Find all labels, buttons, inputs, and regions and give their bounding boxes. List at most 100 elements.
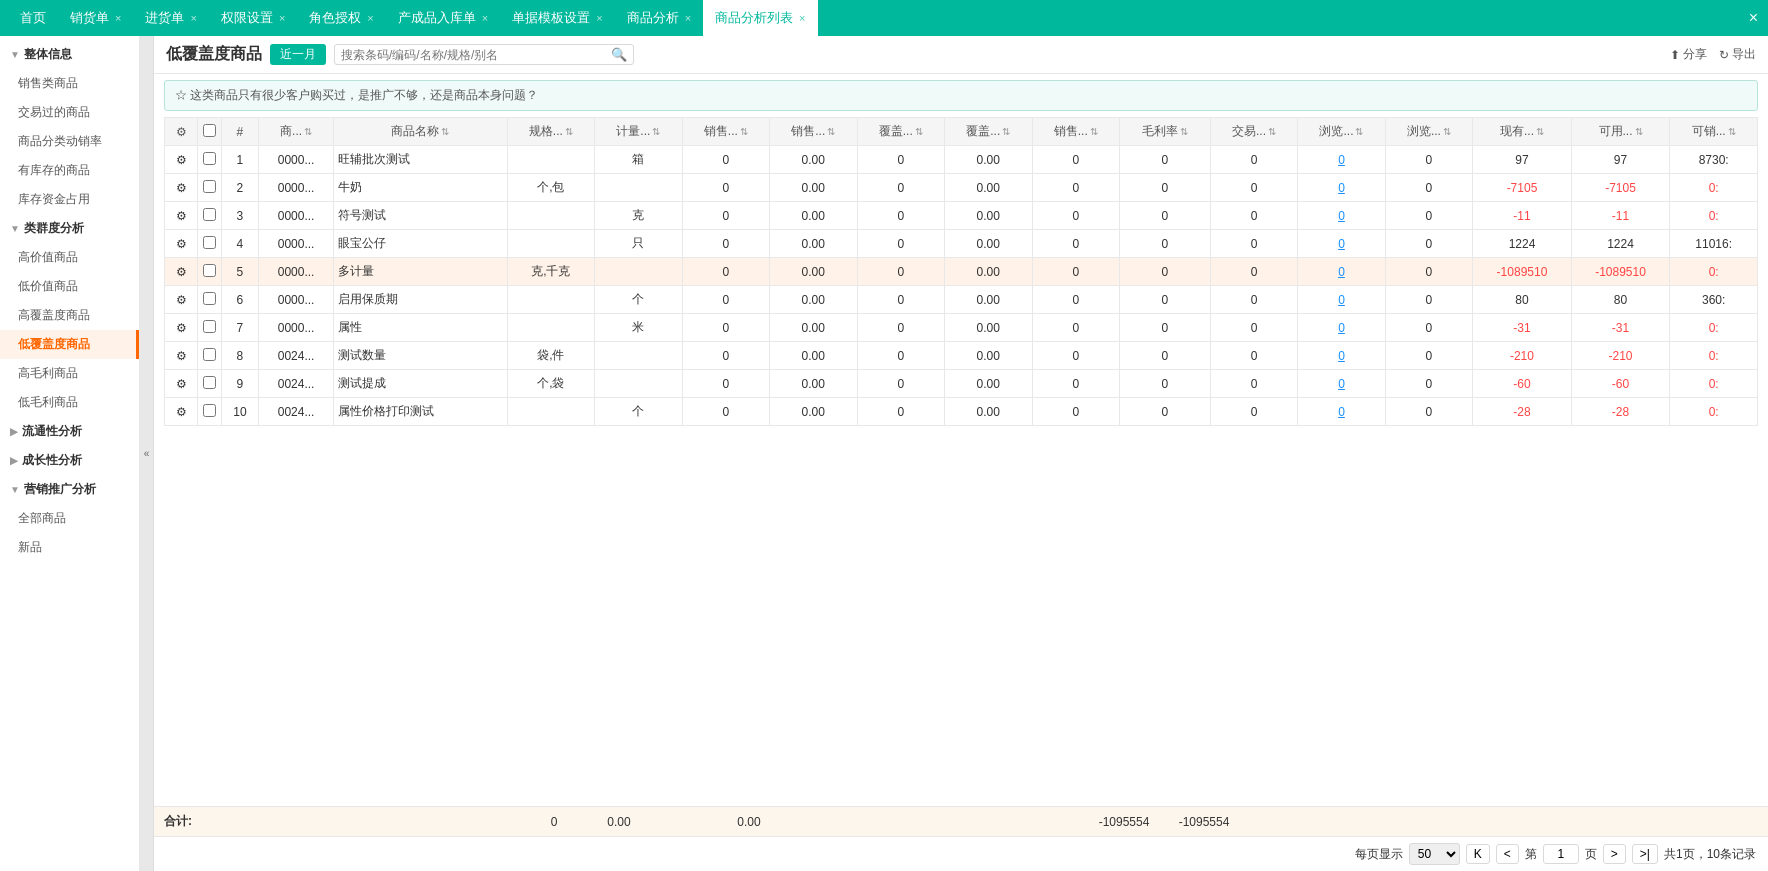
col-browse2[interactable]: 浏览...⇅ [1385, 118, 1472, 146]
last-page-btn[interactable]: >| [1632, 844, 1658, 864]
sidebar-item-high-profit[interactable]: 高毛利商品 [0, 359, 139, 388]
sidebar-item-low-coverage[interactable]: 低覆盖度商品 [0, 330, 139, 359]
nav-close-permission[interactable]: × [279, 12, 285, 24]
sidebar-section-circulation[interactable]: ▶ 流通性分析 [0, 417, 139, 446]
col-settings[interactable]: ⚙ [165, 118, 198, 146]
row-browse1[interactable]: 0 [1298, 342, 1385, 370]
row-checkbox[interactable] [198, 146, 222, 174]
col-cover2[interactable]: 覆盖...⇅ [945, 118, 1032, 146]
search-icon[interactable]: 🔍 [611, 47, 627, 62]
nav-close-goods-analysis[interactable]: × [685, 12, 691, 24]
nav-close-purchase[interactable]: × [190, 12, 196, 24]
row-code: 0024... [258, 342, 333, 370]
sidebar-item-stock-fund[interactable]: 库存资金占用 [0, 185, 139, 214]
sidebar-item-low-value[interactable]: 低价值商品 [0, 272, 139, 301]
row-checkbox[interactable] [198, 398, 222, 426]
row-settings[interactable]: ⚙ [165, 342, 198, 370]
row-code: 0000... [258, 146, 333, 174]
row-settings[interactable]: ⚙ [165, 202, 198, 230]
row-settings[interactable]: ⚙ [165, 370, 198, 398]
sidebar-section-growth[interactable]: ▶ 成长性分析 [0, 446, 139, 475]
col-sales3[interactable]: 销售...⇅ [1032, 118, 1119, 146]
select-all-checkbox[interactable] [203, 124, 216, 137]
nav-template[interactable]: 单据模板设置 × [500, 0, 614, 36]
sidebar-item-traded-goods[interactable]: 交易过的商品 [0, 98, 139, 127]
sidebar-section-marketing[interactable]: ▼ 营销推广分析 [0, 475, 139, 504]
sidebar-toggle[interactable]: « [140, 36, 154, 871]
page-size-select[interactable]: 50 100 200 [1409, 843, 1460, 865]
col-code[interactable]: 商...⇅ [258, 118, 333, 146]
nav-close-goods-list[interactable]: × [799, 12, 805, 24]
row-settings[interactable]: ⚙ [165, 174, 198, 202]
row-browse1[interactable]: 0 [1298, 398, 1385, 426]
nav-close-template[interactable]: × [596, 12, 602, 24]
col-browse1[interactable]: 浏览...⇅ [1298, 118, 1385, 146]
row-browse1[interactable]: 0 [1298, 146, 1385, 174]
sidebar-item-category-rate[interactable]: 商品分类动销率 [0, 127, 139, 156]
row-settings[interactable]: ⚙ [165, 286, 198, 314]
col-unit[interactable]: 计量...⇅ [595, 118, 682, 146]
row-checkbox[interactable] [198, 202, 222, 230]
row-checkbox[interactable] [198, 174, 222, 202]
col-name[interactable]: 商品名称⇅ [334, 118, 507, 146]
period-button[interactable]: 近一月 [270, 44, 326, 65]
nav-close-sales[interactable]: × [115, 12, 121, 24]
nav-close-product-storage[interactable]: × [482, 12, 488, 24]
row-settings[interactable]: ⚙ [165, 258, 198, 286]
row-checkbox[interactable] [198, 230, 222, 258]
row-browse1[interactable]: 0 [1298, 314, 1385, 342]
row-checkbox[interactable] [198, 258, 222, 286]
row-browse1[interactable]: 0 [1298, 286, 1385, 314]
nav-close-role[interactable]: × [367, 12, 373, 24]
share-button[interactable]: ⬆ 分享 [1670, 46, 1707, 63]
export-button[interactable]: ↻ 导出 [1719, 46, 1756, 63]
sidebar-item-new-goods[interactable]: 新品 [0, 533, 139, 562]
nav-product-storage[interactable]: 产成品入库单 × [386, 0, 500, 36]
sidebar-item-in-stock[interactable]: 有库存的商品 [0, 156, 139, 185]
col-trade[interactable]: 交易...⇅ [1210, 118, 1297, 146]
row-settings[interactable]: ⚙ [165, 146, 198, 174]
close-all-tabs[interactable]: × [1749, 9, 1758, 27]
nav-purchase[interactable]: 进货单 × [133, 0, 208, 36]
row-settings[interactable]: ⚙ [165, 398, 198, 426]
sidebar-item-high-coverage[interactable]: 高覆盖度商品 [0, 301, 139, 330]
col-saleable[interactable]: 可销...⇅ [1670, 118, 1758, 146]
search-input[interactable] [341, 48, 611, 62]
nav-role[interactable]: 角色授权 × [297, 0, 385, 36]
row-settings[interactable]: ⚙ [165, 230, 198, 258]
row-checkbox[interactable] [198, 314, 222, 342]
row-available: -7105 [1571, 174, 1670, 202]
col-sales1[interactable]: 销售...⇅ [682, 118, 769, 146]
row-settings[interactable]: ⚙ [165, 314, 198, 342]
prev-page-btn[interactable]: < [1496, 844, 1519, 864]
nav-permission[interactable]: 权限设置 × [209, 0, 297, 36]
row-browse1[interactable]: 0 [1298, 370, 1385, 398]
row-browse1[interactable]: 0 [1298, 230, 1385, 258]
row-browse1[interactable]: 0 [1298, 202, 1385, 230]
col-profit[interactable]: 毛利率⇅ [1119, 118, 1210, 146]
row-cover1: 0 [857, 230, 944, 258]
nav-goods-analysis[interactable]: 商品分析 × [615, 0, 703, 36]
sidebar-item-low-profit[interactable]: 低毛利商品 [0, 388, 139, 417]
row-browse1[interactable]: 0 [1298, 174, 1385, 202]
col-current[interactable]: 现有...⇅ [1473, 118, 1572, 146]
row-checkbox[interactable] [198, 286, 222, 314]
sidebar-section-cluster[interactable]: ▼ 类群度分析 [0, 214, 139, 243]
sidebar-item-all-goods[interactable]: 全部商品 [0, 504, 139, 533]
sidebar-section-overall[interactable]: ▼ 整体信息 [0, 40, 139, 69]
row-checkbox[interactable] [198, 342, 222, 370]
row-browse1[interactable]: 0 [1298, 258, 1385, 286]
page-number-input[interactable] [1543, 844, 1579, 864]
col-available[interactable]: 可用...⇅ [1571, 118, 1670, 146]
col-cover1[interactable]: 覆盖...⇅ [857, 118, 944, 146]
sidebar-item-high-value[interactable]: 高价值商品 [0, 243, 139, 272]
col-spec[interactable]: 规格...⇅ [507, 118, 594, 146]
nav-sales[interactable]: 销货单 × [58, 0, 133, 36]
sidebar-item-sales-goods[interactable]: 销售类商品 [0, 69, 139, 98]
first-page-btn[interactable]: K [1466, 844, 1490, 864]
nav-goods-list[interactable]: 商品分析列表 × [703, 0, 817, 36]
next-page-btn[interactable]: > [1603, 844, 1626, 864]
row-checkbox[interactable] [198, 370, 222, 398]
col-sales2[interactable]: 销售...⇅ [770, 118, 857, 146]
nav-home[interactable]: 首页 [8, 0, 58, 36]
